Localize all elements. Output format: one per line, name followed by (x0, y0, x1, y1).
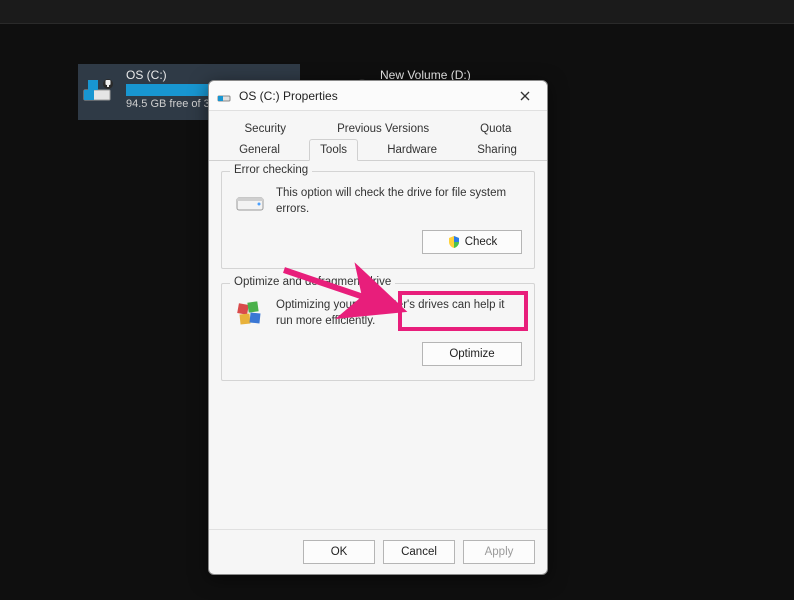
dialog-title: OS (C:) Properties (239, 89, 511, 103)
optimize-button-label: Optimize (449, 348, 494, 360)
tab-previous-versions[interactable]: Previous Versions (326, 118, 440, 139)
tab-general[interactable]: General (228, 139, 291, 161)
group-title: Error checking (230, 164, 312, 176)
ok-button[interactable]: OK (303, 540, 375, 564)
drive-check-icon (234, 186, 266, 218)
tab-security[interactable]: Security (234, 118, 298, 139)
optimize-description: Optimizing your computer's drives can he… (276, 298, 522, 329)
properties-dialog: OS (C:) Properties Security Previous Ver… (208, 80, 548, 575)
dialog-content: Error checking This option will check th… (209, 161, 547, 529)
drive-small-icon (217, 88, 233, 104)
group-title: Optimize and defragment drive (230, 276, 395, 288)
check-button-label: Check (465, 236, 498, 248)
check-button[interactable]: Check (422, 230, 522, 254)
cancel-button[interactable]: Cancel (383, 540, 455, 564)
optimize-button[interactable]: Optimize (422, 342, 522, 366)
close-icon (520, 91, 530, 101)
uac-shield-icon (447, 235, 461, 249)
group-error-checking: Error checking This option will check th… (221, 171, 535, 269)
apply-button[interactable]: Apply (463, 540, 535, 564)
dialog-button-row: OK Cancel Apply (209, 529, 547, 574)
tab-sharing[interactable]: Sharing (466, 139, 528, 161)
drive-icon (82, 72, 118, 108)
error-checking-description: This option will check the drive for fil… (276, 186, 522, 217)
tab-hardware[interactable]: Hardware (376, 139, 448, 161)
tab-tools[interactable]: Tools (309, 139, 358, 161)
optimize-icon (234, 298, 266, 330)
group-optimize: Optimize and defragment drive Optimizing… (221, 283, 535, 381)
close-button[interactable] (511, 85, 539, 107)
window-titlebar-strip (0, 0, 794, 24)
dialog-titlebar[interactable]: OS (C:) Properties (209, 81, 547, 111)
tab-quota[interactable]: Quota (469, 118, 522, 139)
tab-strip: Security Previous Versions Quota General… (209, 111, 547, 161)
